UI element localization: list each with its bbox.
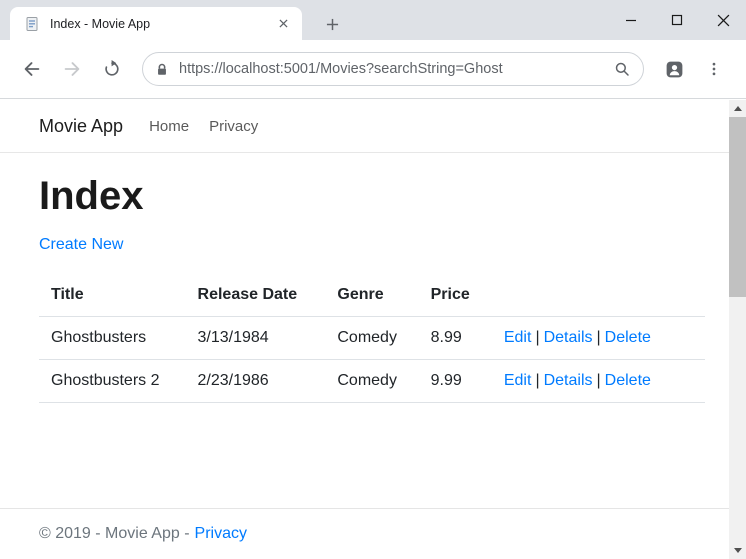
close-button[interactable] bbox=[700, 0, 746, 40]
url-text[interactable]: https://localhost:5001/Movies?searchStri… bbox=[179, 61, 613, 77]
back-icon bbox=[24, 62, 40, 76]
page-title: Index bbox=[39, 174, 144, 218]
edit-link[interactable]: Edit bbox=[504, 329, 532, 346]
delete-link[interactable]: Delete bbox=[605, 372, 651, 389]
tab-strip: Index - Movie App bbox=[0, 0, 746, 40]
footer-copyright: © 2019 - Movie App - bbox=[39, 525, 190, 542]
cell-actions: Edit | Details | Delete bbox=[491, 316, 705, 360]
scroll-up-button[interactable] bbox=[729, 100, 746, 117]
header-title: Title bbox=[39, 274, 186, 317]
cell-release-date: 3/13/1984 bbox=[185, 316, 326, 360]
menu-button[interactable] bbox=[697, 52, 731, 86]
cell-release-date: 2/23/1986 bbox=[185, 359, 326, 403]
tab-close-icon[interactable] bbox=[274, 15, 292, 33]
scroll-up-icon bbox=[733, 106, 742, 111]
action-separator: | bbox=[596, 329, 601, 346]
forward-button[interactable] bbox=[55, 52, 89, 86]
site-footer: © 2019 - Movie App - Privacy bbox=[0, 508, 729, 559]
search-icon[interactable] bbox=[613, 60, 631, 78]
vertical-scrollbar[interactable] bbox=[729, 100, 746, 559]
header-price: Price bbox=[418, 274, 492, 317]
profile-icon bbox=[666, 61, 682, 77]
main-content: Index Create New Title Release Date Genr… bbox=[0, 153, 729, 403]
browser-window: Index - Movie App https://localhost:5001… bbox=[0, 0, 746, 559]
cell-genre: Comedy bbox=[325, 359, 419, 403]
page-viewport: Movie App Home Privacy Index Create New … bbox=[0, 100, 729, 559]
footer-privacy-link[interactable]: Privacy bbox=[195, 525, 247, 543]
window-controls bbox=[608, 0, 746, 40]
reload-icon bbox=[105, 60, 119, 76]
cell-genre: Comedy bbox=[325, 316, 419, 360]
page-favicon-icon bbox=[24, 16, 40, 32]
profile-button[interactable] bbox=[657, 52, 691, 86]
details-link[interactable]: Details bbox=[544, 372, 593, 389]
maximize-icon bbox=[671, 14, 683, 26]
browser-tab[interactable]: Index - Movie App bbox=[10, 7, 302, 40]
action-separator: | bbox=[535, 372, 540, 389]
scrollbar-thumb[interactable] bbox=[729, 117, 746, 297]
details-link[interactable]: Details bbox=[544, 329, 593, 346]
tab-title: Index - Movie App bbox=[50, 16, 151, 31]
close-icon bbox=[717, 14, 729, 26]
action-separator: | bbox=[596, 372, 601, 389]
edit-link[interactable]: Edit bbox=[504, 372, 532, 389]
minimize-button[interactable] bbox=[608, 0, 654, 40]
cell-title: Ghostbusters 2 bbox=[39, 359, 186, 403]
header-actions bbox=[491, 274, 705, 317]
scroll-down-icon bbox=[733, 548, 742, 553]
reload-button[interactable] bbox=[95, 52, 129, 86]
table-row: Ghostbusters 3/13/1984 Comedy 8.99 Edit |… bbox=[39, 316, 705, 360]
plus-icon bbox=[326, 18, 338, 30]
browser-toolbar: https://localhost:5001/Movies?searchStri… bbox=[0, 40, 746, 99]
cell-price: 9.99 bbox=[418, 359, 492, 403]
create-new-link[interactable]: Create New bbox=[39, 236, 123, 254]
cell-actions: Edit | Details | Delete bbox=[491, 359, 705, 403]
new-tab-button[interactable] bbox=[318, 10, 346, 38]
movies-table: Title Release Date Genre Price Ghostbust… bbox=[39, 274, 705, 403]
table-header-row: Title Release Date Genre Price bbox=[39, 274, 705, 317]
nav-link-privacy[interactable]: Privacy bbox=[209, 118, 258, 135]
address-bar[interactable]: https://localhost:5001/Movies?searchStri… bbox=[142, 52, 644, 86]
action-separator: | bbox=[535, 329, 540, 346]
cell-price: 8.99 bbox=[418, 316, 492, 360]
menu-dots-icon bbox=[712, 62, 716, 76]
minimize-icon bbox=[626, 19, 636, 22]
back-button[interactable] bbox=[15, 52, 49, 86]
lock-icon[interactable] bbox=[155, 62, 169, 77]
header-genre: Genre bbox=[325, 274, 419, 317]
header-release-date: Release Date bbox=[185, 274, 326, 317]
site-navbar: Movie App Home Privacy bbox=[0, 100, 729, 153]
nav-link-home[interactable]: Home bbox=[149, 118, 189, 135]
forward-icon bbox=[64, 62, 80, 76]
maximize-button[interactable] bbox=[654, 0, 700, 40]
cell-title: Ghostbusters bbox=[39, 316, 186, 360]
navbar-brand[interactable]: Movie App bbox=[39, 116, 123, 137]
table-row: Ghostbusters 2 2/23/1986 Comedy 9.99 Edi… bbox=[39, 359, 705, 403]
scroll-down-button[interactable] bbox=[729, 542, 746, 559]
delete-link[interactable]: Delete bbox=[605, 329, 651, 346]
